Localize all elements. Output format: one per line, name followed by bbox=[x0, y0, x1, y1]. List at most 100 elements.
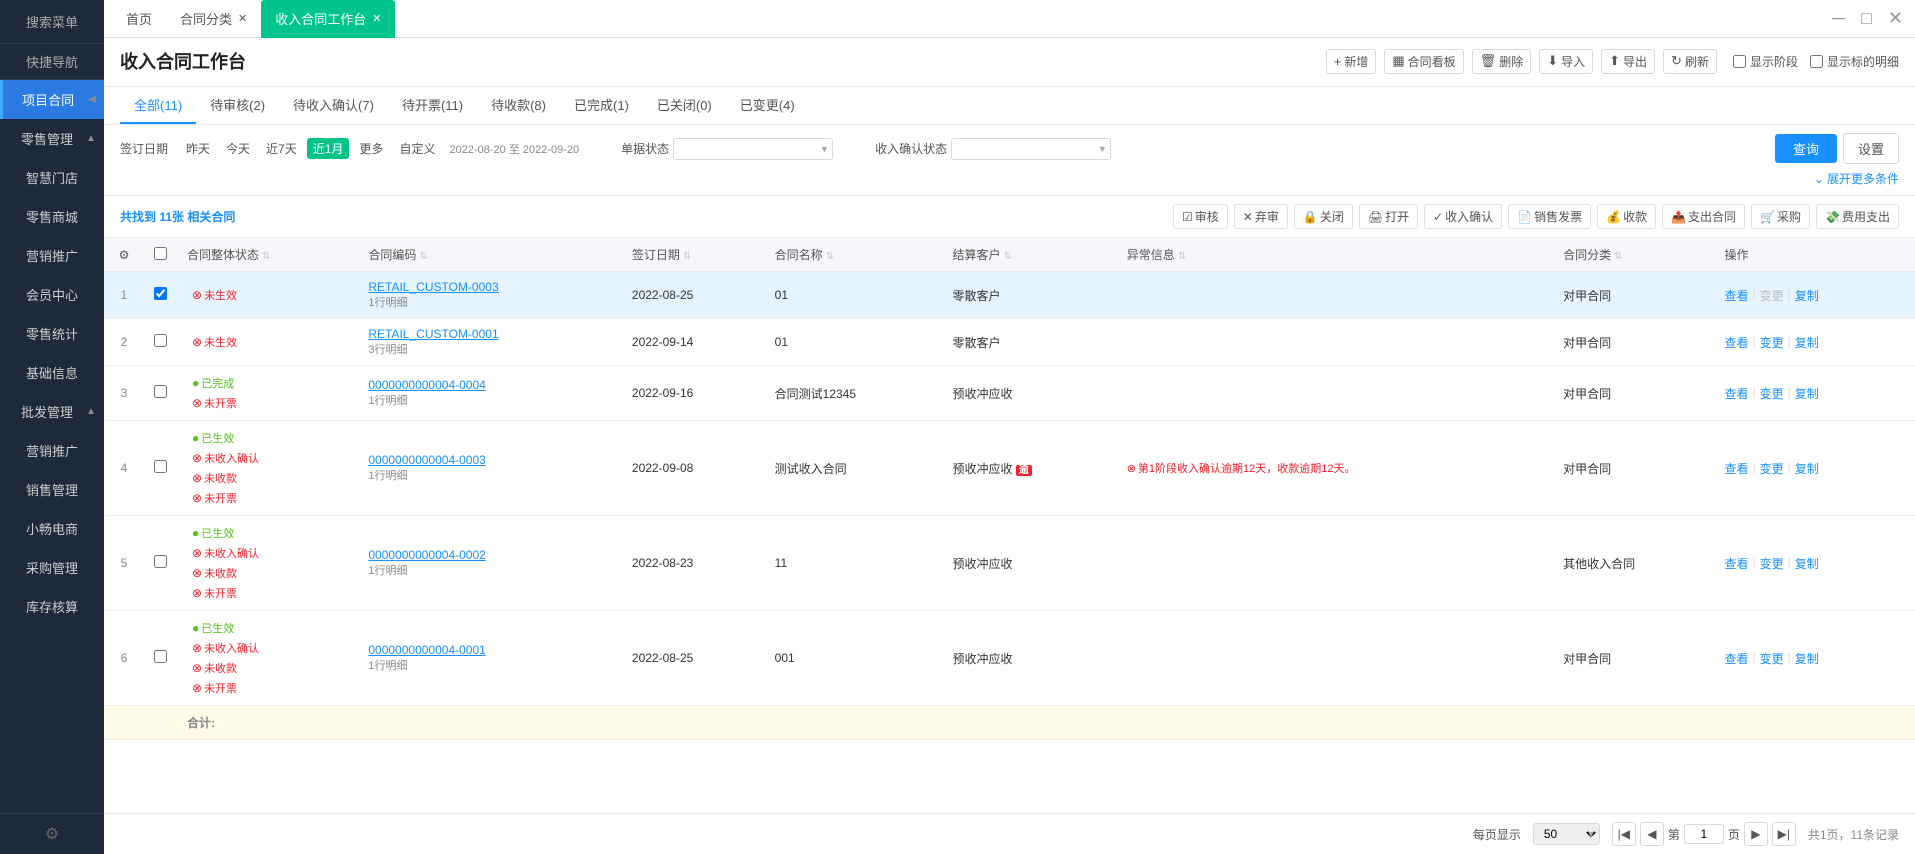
review-button[interactable]: ☑ 审核 bbox=[1173, 204, 1228, 229]
edit-action[interactable]: 变更 bbox=[1760, 287, 1784, 304]
show-detail-input[interactable] bbox=[1810, 55, 1823, 68]
confirm-select[interactable] bbox=[951, 138, 1111, 160]
copy-action[interactable]: 复制 bbox=[1795, 650, 1819, 667]
contract-code-link[interactable]: RETAIL_CUSTOM-0003 bbox=[368, 280, 498, 294]
next-page-btn[interactable]: ▶ bbox=[1744, 822, 1768, 846]
view-action[interactable]: 查看 bbox=[1724, 287, 1748, 304]
page-size-select[interactable]: 50 10 20 100 bbox=[1533, 823, 1600, 845]
date-btn-7days[interactable]: 近7天 bbox=[260, 138, 303, 159]
query-button[interactable]: 查询 bbox=[1775, 134, 1837, 163]
filter-tab-all[interactable]: 全部(11) bbox=[120, 87, 196, 124]
sidebar-item-9[interactable]: 营销推广 bbox=[0, 431, 104, 470]
expense-button[interactable]: 💸 费用支出 bbox=[1816, 204, 1899, 229]
show-stage-input[interactable] bbox=[1733, 55, 1746, 68]
income-confirm-button[interactable]: ✓ 收入确认 bbox=[1424, 204, 1502, 229]
sidebar-item-5[interactable]: 会员中心 bbox=[0, 275, 104, 314]
row-checkbox[interactable] bbox=[154, 385, 167, 398]
prev-page-btn[interactable]: ◀ bbox=[1640, 822, 1664, 846]
window-minimize-btn[interactable]: ─ bbox=[1828, 6, 1849, 31]
sidebar-settings[interactable]: ⚙ bbox=[0, 813, 104, 854]
payment-button[interactable]: 💰 收款 bbox=[1597, 204, 1656, 229]
filter-tab-pending-confirm[interactable]: 待收入确认(7) bbox=[279, 87, 388, 124]
view-action[interactable]: 查看 bbox=[1724, 460, 1748, 477]
copy-action[interactable]: 复制 bbox=[1795, 385, 1819, 402]
sidebar-nav[interactable]: 快捷导航 bbox=[0, 44, 104, 80]
add-button[interactable]: + 新增 bbox=[1326, 49, 1377, 74]
row-checkbox[interactable] bbox=[154, 287, 167, 300]
close-button[interactable]: 🔒 关闭 bbox=[1294, 204, 1353, 229]
row-checkbox[interactable] bbox=[154, 555, 167, 568]
contract-code-link[interactable]: RETAIL_CUSTOM-0001 bbox=[368, 327, 498, 341]
settings-button[interactable]: 设置 bbox=[1843, 133, 1899, 164]
contract-code-link[interactable]: 0000000000004-0004 bbox=[368, 378, 485, 392]
abandon-review-button[interactable]: ✕ 弃审 bbox=[1234, 204, 1288, 229]
date-btn-yesterday[interactable]: 昨天 bbox=[180, 138, 216, 159]
sidebar-item-4[interactable]: 营销推广 bbox=[0, 236, 104, 275]
row-checkbox[interactable] bbox=[154, 650, 167, 663]
view-action[interactable]: 查看 bbox=[1724, 555, 1748, 572]
sales-invoice-button[interactable]: 📄 销售发票 bbox=[1508, 204, 1591, 229]
row-checkbox[interactable] bbox=[154, 334, 167, 347]
copy-action[interactable]: 复制 bbox=[1795, 287, 1819, 304]
filter-tab-closed[interactable]: 已关闭(0) bbox=[643, 87, 726, 124]
sidebar-item-11[interactable]: 小畅电商 bbox=[0, 509, 104, 548]
copy-action[interactable]: 复制 bbox=[1795, 555, 1819, 572]
sidebar-item-0[interactable]: 项目合同 ◀ bbox=[0, 80, 104, 119]
export-button[interactable]: ⬆ 导出 bbox=[1601, 49, 1655, 74]
filter-tab-completed[interactable]: 已完成(1) bbox=[560, 87, 643, 124]
show-detail-checkbox[interactable]: 显示标的明细 bbox=[1810, 53, 1899, 70]
date-btn-today[interactable]: 今天 bbox=[220, 138, 256, 159]
sidebar-search[interactable]: 搜索菜单 bbox=[0, 0, 104, 44]
sidebar-item-6[interactable]: 零售统计 bbox=[0, 314, 104, 353]
filter-tab-changed[interactable]: 已变更(4) bbox=[726, 87, 809, 124]
view-action[interactable]: 查看 bbox=[1724, 334, 1748, 351]
sidebar-item-1[interactable]: 零售管理 ▲ bbox=[0, 119, 104, 158]
filter-tab-pending-review[interactable]: 待审核(2) bbox=[196, 87, 279, 124]
date-btn-more[interactable]: 更多 bbox=[353, 138, 389, 159]
sidebar-item-10[interactable]: 销售管理 bbox=[0, 470, 104, 509]
sidebar-item-12[interactable]: 采购管理 bbox=[0, 548, 104, 587]
view-action[interactable]: 查看 bbox=[1724, 385, 1748, 402]
edit-action[interactable]: 变更 bbox=[1760, 460, 1784, 477]
tab-contract-category[interactable]: 合同分类 ✕ bbox=[166, 0, 261, 38]
first-page-btn[interactable]: |◀ bbox=[1612, 822, 1636, 846]
import-button[interactable]: ⬇ 导入 bbox=[1539, 49, 1593, 74]
current-page-input[interactable] bbox=[1684, 824, 1724, 844]
show-stage-checkbox[interactable]: 显示阶段 bbox=[1733, 53, 1798, 70]
sidebar-item-8[interactable]: 批发管理 ▲ bbox=[0, 392, 104, 431]
edit-action[interactable]: 变更 bbox=[1760, 555, 1784, 572]
sidebar-item-2[interactable]: 智慧门店 bbox=[0, 158, 104, 197]
edit-action[interactable]: 变更 bbox=[1760, 650, 1784, 667]
copy-action[interactable]: 复制 bbox=[1795, 334, 1819, 351]
row-checkbox[interactable] bbox=[154, 460, 167, 473]
view-action[interactable]: 查看 bbox=[1724, 650, 1748, 667]
tab-home[interactable]: 首页 bbox=[112, 0, 166, 38]
window-maximize-btn[interactable]: □ bbox=[1857, 6, 1876, 31]
date-btn-custom[interactable]: 自定义 bbox=[393, 138, 441, 159]
status-select[interactable] bbox=[673, 138, 833, 160]
contract-code-link[interactable]: 0000000000004-0002 bbox=[368, 548, 485, 562]
contract-code-link[interactable]: 0000000000004-0003 bbox=[368, 453, 485, 467]
delete-button[interactable]: 🗑 删除 bbox=[1472, 49, 1532, 74]
purchase-button[interactable]: 🛒 采购 bbox=[1751, 204, 1810, 229]
filter-tab-pending-invoice[interactable]: 待开票(11) bbox=[388, 87, 477, 124]
filter-tab-pending-payment[interactable]: 待收款(8) bbox=[477, 87, 560, 124]
copy-action[interactable]: 复制 bbox=[1795, 460, 1819, 477]
tab-income-workbench-close[interactable]: ✕ bbox=[372, 12, 381, 25]
sidebar-item-7[interactable]: 基础信息 bbox=[0, 353, 104, 392]
open-button[interactable]: 🖨 打开 bbox=[1359, 204, 1418, 229]
refresh-button[interactable]: ↻ 刷新 bbox=[1663, 49, 1717, 74]
edit-action[interactable]: 变更 bbox=[1760, 385, 1784, 402]
tab-contract-category-close[interactable]: ✕ bbox=[238, 12, 247, 25]
sidebar-item-13[interactable]: 库存核算 bbox=[0, 587, 104, 626]
last-page-btn[interactable]: ▶| bbox=[1772, 822, 1796, 846]
expand-filter-button[interactable]: ⌄ 展开更多条件 bbox=[1814, 170, 1899, 187]
date-btn-1month[interactable]: 近1月 bbox=[307, 138, 350, 159]
sidebar-item-3[interactable]: 零售商城 bbox=[0, 197, 104, 236]
window-close-btn[interactable]: ✕ bbox=[1884, 6, 1907, 31]
tab-income-workbench[interactable]: 收入合同工作台 ✕ bbox=[261, 0, 395, 38]
edit-action[interactable]: 变更 bbox=[1760, 334, 1784, 351]
contract-code-link[interactable]: 0000000000004-0001 bbox=[368, 643, 485, 657]
select-all-checkbox[interactable] bbox=[154, 247, 167, 260]
contract-board-button[interactable]: ▦ 合同看板 bbox=[1384, 49, 1463, 74]
